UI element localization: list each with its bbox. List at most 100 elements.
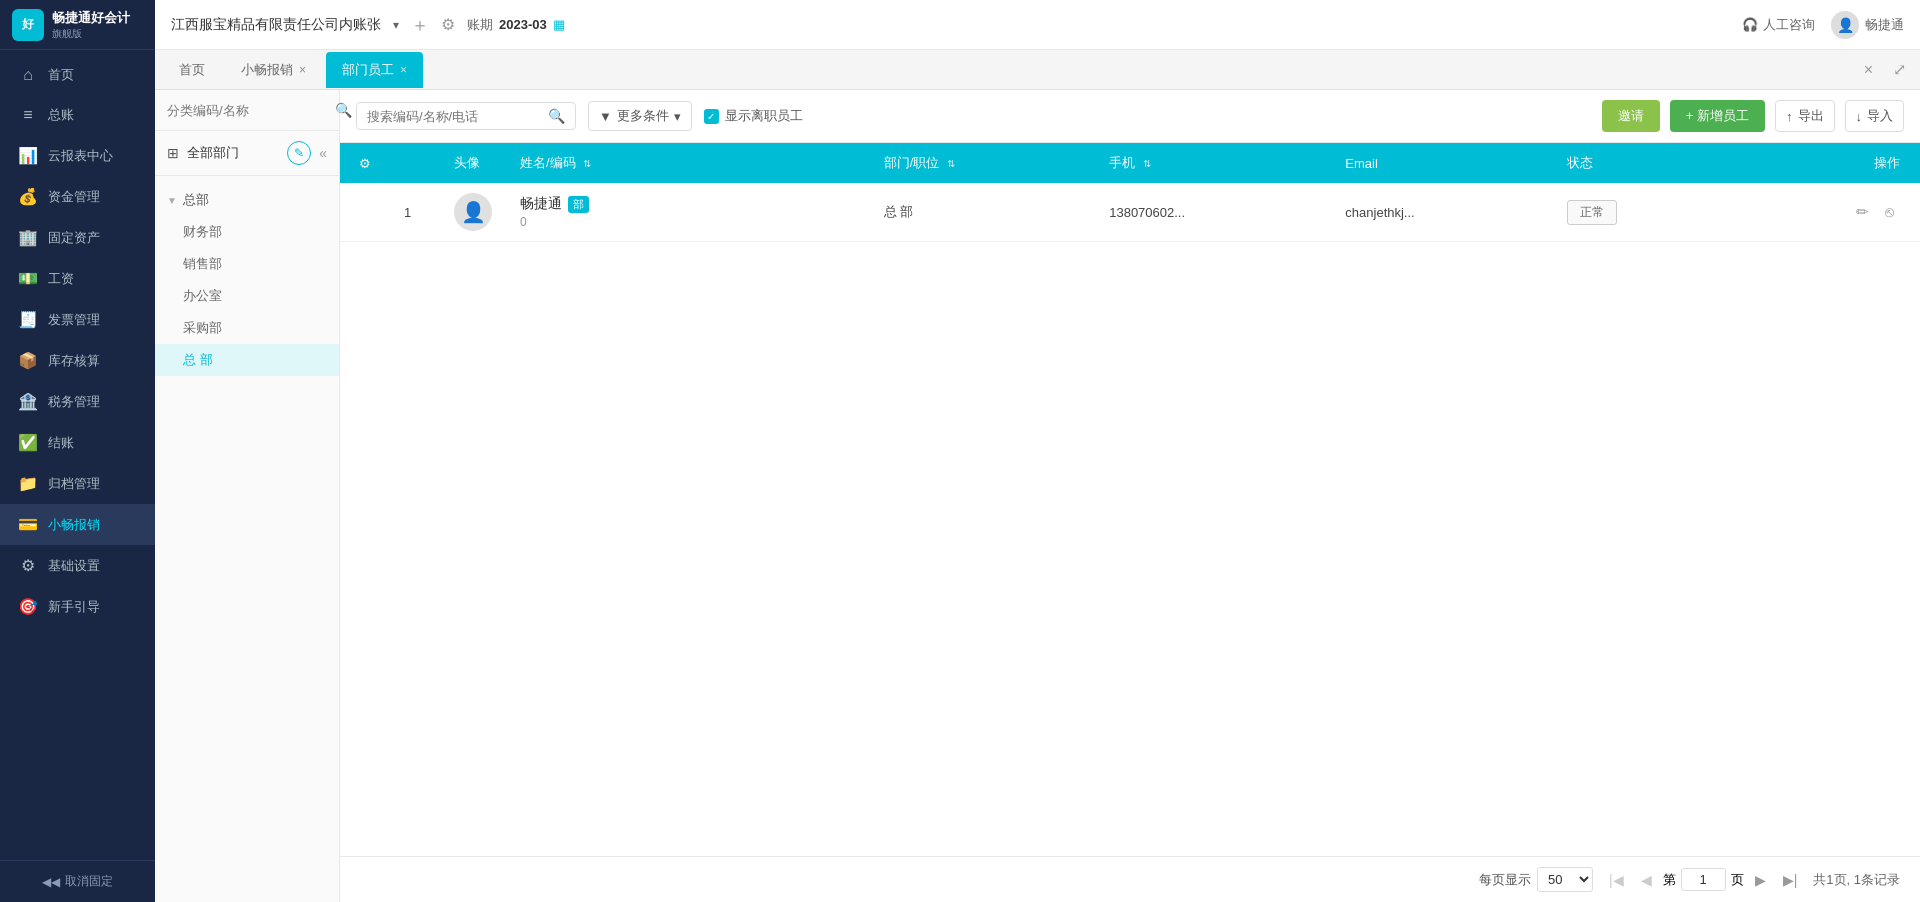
row-dept: 总 部 bbox=[870, 183, 1096, 242]
status-badge: 正常 bbox=[1567, 200, 1617, 225]
sidebar-item-inventory[interactable]: 📦 库存核算 bbox=[0, 340, 155, 381]
sidebar-item-funds[interactable]: 💰 资金管理 bbox=[0, 176, 155, 217]
sidebar-item-reports[interactable]: 📊 云报表中心 bbox=[0, 135, 155, 176]
dept-search-input[interactable] bbox=[167, 103, 335, 118]
col-phone[interactable]: 手机 ⇅ bbox=[1095, 143, 1331, 183]
first-page-button[interactable]: |◀ bbox=[1603, 869, 1630, 891]
avatar: 👤 bbox=[454, 193, 492, 231]
avatar: 👤 bbox=[1831, 11, 1859, 39]
export-icon: ↑ bbox=[1786, 109, 1793, 124]
tax-icon: 🏦 bbox=[18, 392, 38, 411]
dept-group-hq-header[interactable]: ▼ 总部 bbox=[155, 184, 339, 216]
close-expense-tab[interactable]: × bbox=[299, 63, 306, 77]
row-name-code: 畅捷通 部 0 bbox=[506, 183, 870, 242]
import-button[interactable]: ↓ 导入 bbox=[1845, 100, 1905, 132]
sidebar-item-archive[interactable]: 📁 归档管理 bbox=[0, 463, 155, 504]
sidebar-item-tax[interactable]: 🏦 税务管理 bbox=[0, 381, 155, 422]
edit-employee-button[interactable]: ✏ bbox=[1850, 201, 1875, 223]
add-employee-button[interactable]: + 新增员工 bbox=[1670, 100, 1765, 132]
company-dropdown-button[interactable]: ▾ bbox=[393, 18, 399, 32]
dept-group-hq-label: 总部 bbox=[183, 191, 209, 209]
table-header-row: ⚙ 头像 姓名/编码 ⇅ 部门/职位 ⇅ bbox=[340, 143, 1920, 183]
col-settings[interactable]: ⚙ bbox=[340, 143, 390, 183]
export-button[interactable]: ↑ 导出 bbox=[1775, 100, 1835, 132]
employee-search-input[interactable] bbox=[367, 109, 542, 124]
calendar-icon[interactable]: ▦ bbox=[553, 17, 565, 32]
add-company-button[interactable]: ＋ bbox=[411, 16, 429, 34]
last-page-button[interactable]: ▶| bbox=[1777, 869, 1804, 891]
sidebar-item-expense[interactable]: 💳 小畅报销 bbox=[0, 504, 155, 545]
logo-text: 畅捷通好会计 旗舰版 bbox=[52, 9, 130, 41]
topbar: 江西服宝精品有限责任公司内账张 ▾ ＋ ⚙ 账期 2023-03 ▦ 🎧 人工咨… bbox=[155, 0, 1920, 50]
invite-button[interactable]: 邀请 bbox=[1602, 100, 1660, 132]
archive-icon: 📁 bbox=[18, 474, 38, 493]
closing-icon: ✅ bbox=[18, 433, 38, 452]
dept-badge: 部 bbox=[568, 196, 589, 213]
employee-table-container: ⚙ 头像 姓名/编码 ⇅ 部门/职位 ⇅ bbox=[340, 143, 1920, 856]
tab-expense[interactable]: 小畅报销 × bbox=[225, 52, 322, 88]
dept-edit-button[interactable]: ✎ bbox=[287, 141, 311, 165]
logout-employee-button[interactable]: ⎋ bbox=[1879, 201, 1900, 222]
user-info[interactable]: 👤 畅捷通 bbox=[1831, 11, 1904, 39]
dept-item-sales[interactable]: 销售部 bbox=[155, 248, 339, 280]
row-index: 1 bbox=[390, 183, 440, 242]
sidebar-item-ledger[interactable]: ≡ 总账 bbox=[0, 95, 155, 135]
toolbar-right: 邀请 + 新增员工 ↑ 导出 ↓ 导入 bbox=[1602, 100, 1904, 132]
consulting-button[interactable]: 🎧 人工咨询 bbox=[1742, 16, 1815, 34]
next-page-button[interactable]: ▶ bbox=[1749, 869, 1772, 891]
sidebar-item-settings[interactable]: ⚙ 基础设置 bbox=[0, 545, 155, 586]
row-status: 正常 bbox=[1553, 183, 1730, 242]
row-phone: 138070602... bbox=[1095, 183, 1331, 242]
account-period: 账期 2023-03 ▦ bbox=[467, 16, 565, 34]
page-nav: |◀ ◀ 第 页 ▶ ▶| bbox=[1603, 868, 1803, 891]
close-dept-tab[interactable]: × bbox=[400, 63, 407, 77]
sidebar-item-payroll[interactable]: 💵 工资 bbox=[0, 258, 155, 299]
dept-item-finance[interactable]: 财务部 bbox=[155, 216, 339, 248]
funds-icon: 💰 bbox=[18, 187, 38, 206]
search-icon[interactable]: 🔍 bbox=[548, 108, 565, 124]
prev-page-button[interactable]: ◀ bbox=[1635, 869, 1658, 891]
sidebar-item-closing[interactable]: ✅ 结账 bbox=[0, 422, 155, 463]
invoice-icon: 🧾 bbox=[18, 310, 38, 329]
settings-icon: ⚙ bbox=[18, 556, 38, 575]
sidebar-item-invoice[interactable]: 🧾 发票管理 bbox=[0, 299, 155, 340]
ledger-icon: ≡ bbox=[18, 106, 38, 124]
filter-button[interactable]: ▼ 更多条件 ▾ bbox=[588, 101, 692, 131]
col-email: Email bbox=[1331, 143, 1552, 183]
row-ops: ✏ ⎋ bbox=[1730, 183, 1920, 242]
right-panel: 🔍 ▼ 更多条件 ▾ ✓ 显示离职员工 邀请 + 新增员工 ↑ 导出 bbox=[340, 90, 1920, 902]
company-name: 江西服宝精品有限责任公司内账张 bbox=[171, 16, 381, 34]
sidebar: 好 畅捷通好会计 旗舰版 ⌂ 首页 ≡ 总账 📊 云报表中心 💰 资金管理 🏢 … bbox=[0, 0, 155, 902]
cancel-pin-button[interactable]: ◀◀ 取消固定 bbox=[0, 860, 155, 902]
maximize-tab-button[interactable]: ⤢ bbox=[1887, 58, 1912, 81]
col-name[interactable]: 姓名/编码 ⇅ bbox=[506, 143, 870, 183]
per-page-selector: 每页显示 50 100 200 bbox=[1479, 867, 1593, 892]
table-row: 1 👤 畅捷通 部 0 总 部 bbox=[340, 183, 1920, 242]
inventory-icon: 📦 bbox=[18, 351, 38, 370]
show-resigned-toggle[interactable]: ✓ 显示离职员工 bbox=[704, 107, 803, 125]
show-resigned-checkbox[interactable]: ✓ bbox=[704, 109, 719, 124]
sidebar-item-assets[interactable]: 🏢 固定资产 bbox=[0, 217, 155, 258]
close-tab-button[interactable]: × bbox=[1858, 59, 1879, 81]
dept-item-office[interactable]: 办公室 bbox=[155, 280, 339, 312]
employee-toolbar: 🔍 ▼ 更多条件 ▾ ✓ 显示离职员工 邀请 + 新增员工 ↑ 导出 bbox=[340, 90, 1920, 143]
tab-bar: 首页 小畅报销 × 部门员工 × × ⤢ bbox=[155, 50, 1920, 90]
grid-icon: ⊞ bbox=[167, 145, 179, 161]
sort-arrows-phone: ⇅ bbox=[1143, 158, 1151, 169]
company-settings-button[interactable]: ⚙ bbox=[441, 15, 455, 34]
page-number-input[interactable] bbox=[1681, 868, 1726, 891]
all-dept-label[interactable]: 全部部门 bbox=[187, 144, 279, 162]
content-area: 🔍 ⊞ 全部部门 ✎ « ▼ 总部 财务部 销售部 办公室 采购部 bbox=[155, 90, 1920, 902]
employee-search-bar: 🔍 bbox=[356, 102, 576, 130]
dept-item-general[interactable]: 总 部 bbox=[155, 344, 339, 376]
col-dept[interactable]: 部门/职位 ⇅ bbox=[870, 143, 1096, 183]
sidebar-item-home[interactable]: ⌂ 首页 bbox=[0, 55, 155, 95]
col-index bbox=[390, 143, 440, 183]
tab-home[interactable]: 首页 bbox=[163, 52, 221, 88]
dept-item-purchase[interactable]: 采购部 bbox=[155, 312, 339, 344]
sidebar-item-guide[interactable]: 🎯 新手引导 bbox=[0, 586, 155, 627]
dept-collapse-button[interactable]: « bbox=[319, 145, 327, 161]
tab-dept[interactable]: 部门员工 × bbox=[326, 52, 423, 88]
per-page-select[interactable]: 50 100 200 bbox=[1537, 867, 1593, 892]
pin-icon: ◀◀ bbox=[42, 875, 60, 889]
